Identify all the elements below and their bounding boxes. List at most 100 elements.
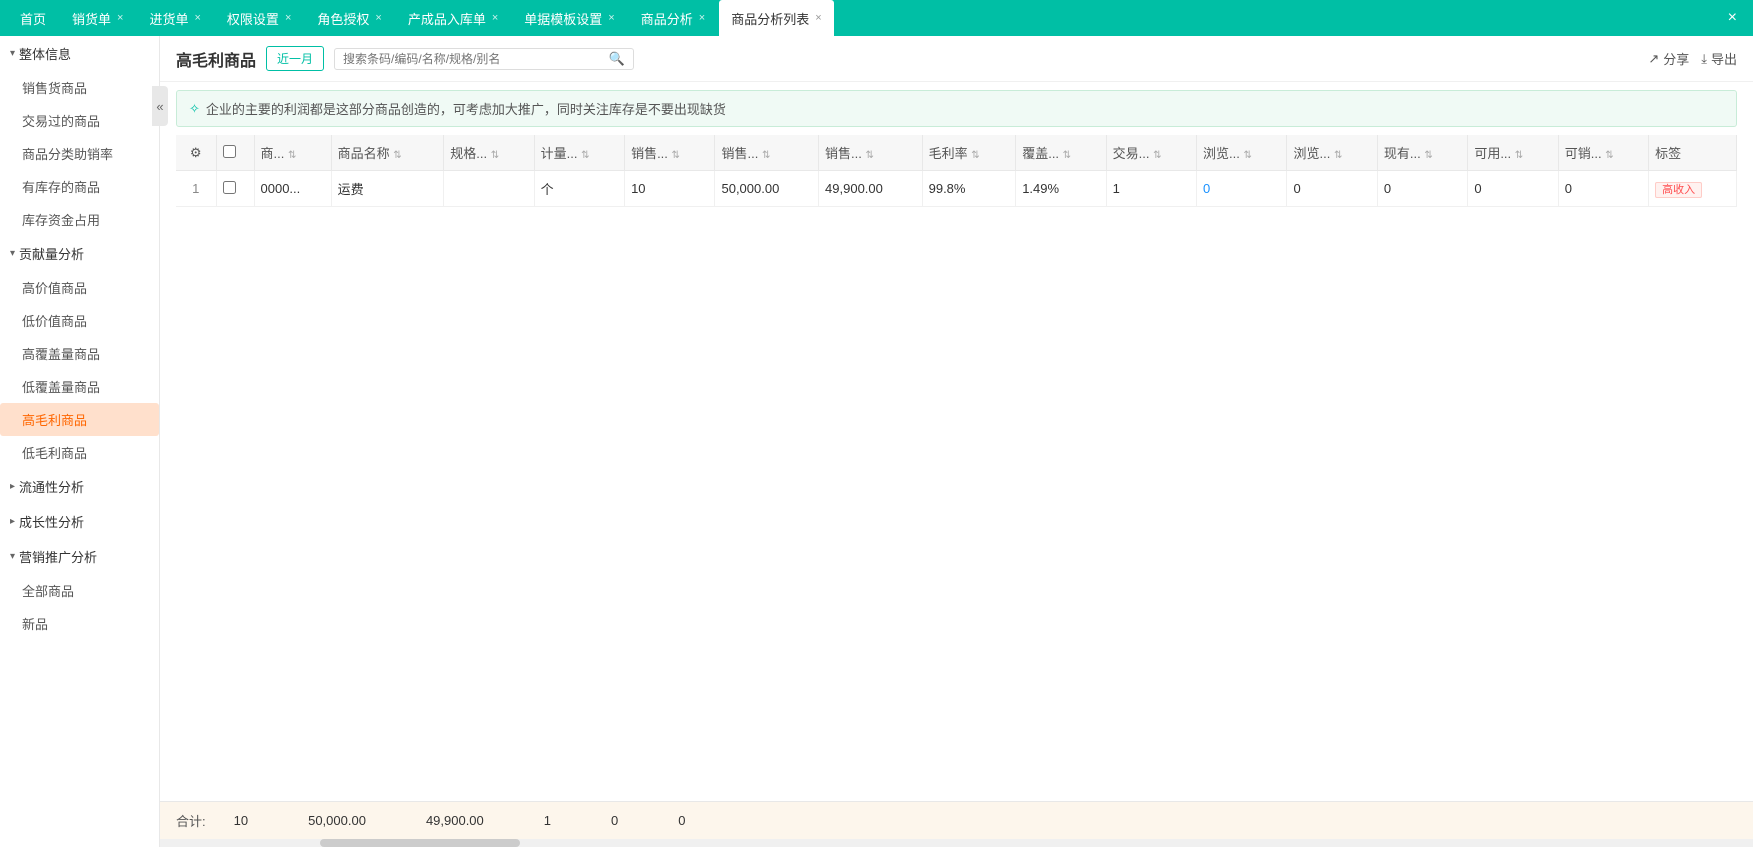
info-icon: ✧ [189,101,200,117]
tab-analysis[interactable]: 商品分析 × [629,0,717,36]
footer-current-stock: 0 [611,813,618,828]
tab-product-in[interactable]: 产成品入库单 × [396,0,510,36]
col-sales-amount[interactable]: 销售... ⇅ [715,135,819,171]
sidebar-item-all-goods[interactable]: 全部商品 [0,574,159,607]
sort-icon-available-stock: ⇅ [1515,150,1523,161]
search-input[interactable] [343,52,609,66]
content-area: 高毛利商品 近一月 🔍 ↗ 分享 ⤓ 导出 ✧ 企业的主要的利润都是这部分商品创… [160,36,1753,847]
collapse-icon: « [156,99,163,114]
filter-recent-month-button[interactable]: 近一月 [266,46,324,71]
col-settings[interactable]: ⚙ [176,135,216,171]
footer-sales-qty: 10 [234,813,248,828]
col-available-stock[interactable]: 可用... ⇅ [1468,135,1558,171]
tab-home-label: 首页 [20,9,46,28]
sidebar-item-category-assist[interactable]: 商品分类助销率 [0,137,159,170]
page-title: 高毛利商品 [176,47,256,71]
export-button[interactable]: ⤓ 导出 [1701,49,1737,68]
col-name[interactable]: 商品名称 ⇅ [331,135,444,171]
tab-analysis-list-close[interactable]: × [815,12,821,24]
sidebar-group-marketing[interactable]: ▾ 营销推广分析 [0,539,159,574]
cell-sales-cost: 49,900.00 [819,171,923,207]
info-banner: ✧ 企业的主要的利润都是这部分商品创造的，可考虑加大推广，同时关注库存是不要出现… [176,90,1737,127]
row-checkbox[interactable] [223,181,236,194]
col-tag[interactable]: 标签 [1649,135,1737,171]
arrow-overall: ▾ [10,48,15,59]
sidebar-group-growth[interactable]: ▸ 成长性分析 [0,504,159,539]
share-button[interactable]: ↗ 分享 [1648,49,1689,68]
close-all-button[interactable]: × [1720,9,1745,27]
sort-icon-code: ⇅ [288,150,296,161]
arrow-liquidity: ▸ [10,481,15,492]
tab-permission-close[interactable]: × [285,12,291,24]
sidebar-item-high-coverage[interactable]: 高覆盖量商品 [0,337,159,370]
sidebar-item-stock-capital[interactable]: 库存资金占用 [0,203,159,236]
col-coverage[interactable]: 覆盖... ⇅ [1016,135,1106,171]
sidebar-item-traded-goods[interactable]: 交易过的商品 [0,104,159,137]
sort-icon-sales-cost: ⇅ [866,150,874,161]
sort-icon-browse2: ⇅ [1334,150,1342,161]
tab-product-in-close[interactable]: × [492,12,498,24]
col-sales-qty[interactable]: 销售... ⇅ [625,135,715,171]
cell-browse2: 0 [1287,171,1377,207]
sidebar-item-low-coverage[interactable]: 低覆盖量商品 [0,370,159,403]
footer-transaction: 1 [544,813,551,828]
sidebar-item-high-value[interactable]: 高价值商品 [0,271,159,304]
top-navigation: 首页 销货单 × 进货单 × 权限设置 × 角色授权 × 产成品入库单 × 单据… [0,0,1753,36]
col-browse2[interactable]: 浏览... ⇅ [1287,135,1377,171]
table-footer: 合计: 10 50,000.00 49,900.00 1 0 0 [160,801,1753,839]
cell-browse1[interactable]: 0 [1197,171,1287,207]
cell-index: 1 [176,171,216,207]
sort-icon-transaction: ⇅ [1153,150,1161,161]
col-browse1[interactable]: 浏览... ⇅ [1197,135,1287,171]
tab-purchase-label: 进货单 [149,9,188,28]
tab-role[interactable]: 角色授权 × [305,0,393,36]
col-saleable-stock[interactable]: 可销... ⇅ [1558,135,1648,171]
tab-purchase-close[interactable]: × [194,12,200,24]
cell-available-stock: 0 [1468,171,1558,207]
sidebar-item-sales-goods[interactable]: 销售货商品 [0,71,159,104]
main-layout: ▾ 整体信息 销售货商品 交易过的商品 商品分类助销率 有库存的商品 库存资金占… [0,36,1753,847]
sidebar-item-low-margin[interactable]: 低毛利商品 [0,436,159,469]
tab-home[interactable]: 首页 [8,0,58,36]
tab-purchase[interactable]: 进货单 × [137,0,212,36]
col-unit[interactable]: 计量... ⇅ [534,135,624,171]
cell-spec [444,171,534,207]
cell-checkbox[interactable] [216,171,254,207]
col-current-stock[interactable]: 现有... ⇅ [1377,135,1467,171]
table-header-row: ⚙ 商... ⇅ 商品名称 ⇅ 规格... ⇅ 计量... ⇅ 销售... ⇅ … [176,135,1737,171]
tab-permission-label: 权限设置 [227,9,279,28]
tab-permission[interactable]: 权限设置 × [215,0,303,36]
scrollbar-thumb[interactable] [320,839,520,847]
col-gross-margin[interactable]: 毛利率 ⇅ [922,135,1016,171]
tab-template-close[interactable]: × [608,12,614,24]
col-spec[interactable]: 规格... ⇅ [444,135,534,171]
sidebar-collapse-button[interactable]: « [152,86,168,126]
tab-template[interactable]: 单据模板设置 × [512,0,626,36]
cell-saleable-stock: 0 [1558,171,1648,207]
tab-role-close[interactable]: × [375,12,381,24]
tab-analysis-list[interactable]: 商品分析列表 × [719,0,833,36]
tab-template-label: 单据模板设置 [524,9,602,28]
share-label: 分享 [1663,49,1689,68]
data-table: ⚙ 商... ⇅ 商品名称 ⇅ 规格... ⇅ 计量... ⇅ 销售... ⇅ … [176,135,1737,207]
tab-analysis-close[interactable]: × [699,12,705,24]
bottom-scrollbar[interactable] [160,839,1753,847]
col-code[interactable]: 商... ⇅ [254,135,331,171]
tab-sales[interactable]: 销货单 × [60,0,135,36]
sidebar-group-contribution-label: 贡献量分析 [19,244,84,263]
col-sales-cost[interactable]: 销售... ⇅ [819,135,923,171]
sidebar-item-low-value[interactable]: 低价值商品 [0,304,159,337]
search-icon[interactable]: 🔍 [609,51,625,67]
sidebar-item-new-goods[interactable]: 新品 [0,607,159,640]
sidebar-item-high-margin[interactable]: 高毛利商品 [0,403,159,436]
tab-sales-close[interactable]: × [117,12,123,24]
settings-icon: ⚙ [190,145,202,160]
col-transaction[interactable]: 交易... ⇅ [1106,135,1196,171]
sidebar-item-stock-goods[interactable]: 有库存的商品 [0,170,159,203]
sidebar-group-contribution[interactable]: ▾ 贡献量分析 [0,236,159,271]
select-all-checkbox[interactable] [223,145,236,158]
sidebar-group-liquidity[interactable]: ▸ 流通性分析 [0,469,159,504]
col-checkbox[interactable] [216,135,254,171]
sidebar-group-overall[interactable]: ▾ 整体信息 [0,36,159,71]
cell-code: 0000... [254,171,331,207]
